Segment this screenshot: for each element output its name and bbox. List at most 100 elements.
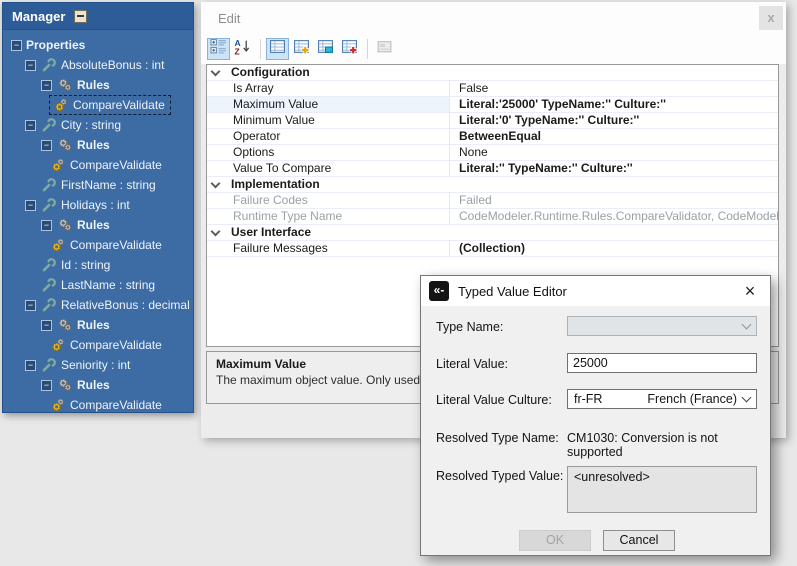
tree-item-holidays-int[interactable]: − Holidays : int xyxy=(3,195,193,215)
grid-row-failure-codes[interactable]: Failure Codes Failed xyxy=(207,193,778,209)
tree-item-comparevalidate[interactable]: CompareValidate xyxy=(3,155,193,175)
grid-row-value-to-compare[interactable]: Value To Compare Literal:'' TypeName:'' C… xyxy=(207,161,778,177)
row-gutter xyxy=(207,209,224,224)
literal-value-label: Literal Value: xyxy=(436,357,509,371)
dialog-titlebar[interactable]: «- Typed Value Editor × xyxy=(421,276,770,306)
type-name-combo xyxy=(567,316,757,336)
tree-item-seniority-int[interactable]: − Seniority : int xyxy=(3,355,193,375)
grid-category-configuration[interactable]: Configuration xyxy=(207,65,778,81)
tree-item-rules[interactable]: − Rules xyxy=(3,375,193,395)
tree-item-label: RelativeBonus : decimal xyxy=(61,298,190,312)
tree-item-comparevalidate[interactable]: CompareValidate xyxy=(3,95,193,115)
tree-item-label: CompareValidate xyxy=(70,398,162,412)
wrench-icon xyxy=(40,257,57,273)
collapse-panel-icon[interactable] xyxy=(74,9,88,23)
category-label: User Interface xyxy=(231,225,312,239)
tree-item-firstname-string[interactable]: FirstName : string xyxy=(3,175,193,195)
property-value[interactable]: (Collection) xyxy=(450,241,778,256)
tree-item-label: FirstName : string xyxy=(61,178,156,192)
literal-value-culture-label: Literal Value Culture: xyxy=(436,393,552,407)
collapse-expander-icon[interactable]: − xyxy=(41,379,52,391)
collapse-expander-icon[interactable]: − xyxy=(25,299,36,311)
chevron-down-icon[interactable] xyxy=(210,66,221,77)
copy-property-button[interactable] xyxy=(314,38,337,60)
grid-row-runtime-type-name[interactable]: Runtime Type Name CodeModeler.Runtime.Rul… xyxy=(207,209,778,225)
dialog-close-icon[interactable]: × xyxy=(738,281,762,302)
tree-panel-header[interactable]: Manager xyxy=(3,3,193,30)
row-gutter xyxy=(207,97,224,112)
new-property-button[interactable] xyxy=(290,38,313,60)
type-name-label: Type Name: xyxy=(436,320,504,334)
collapse-expander-icon[interactable]: − xyxy=(41,139,52,151)
collapse-expander-icon[interactable]: − xyxy=(41,79,52,91)
category-gutter xyxy=(207,177,224,192)
literal-value-culture-combo[interactable]: fr-FR French (France) xyxy=(567,389,757,409)
edit-close-button[interactable]: x xyxy=(759,6,783,30)
collapse-expander-icon[interactable]: − xyxy=(25,199,36,211)
collapse-expander-icon[interactable]: − xyxy=(41,219,52,231)
alphabetical-sort-button[interactable]: AZ xyxy=(231,38,254,60)
gears-gold-icon xyxy=(49,337,66,353)
show-properties-button[interactable] xyxy=(266,38,289,60)
property-label: Runtime Type Name xyxy=(224,209,450,224)
grid-row-failure-messages[interactable]: Failure Messages (Collection) xyxy=(207,241,778,257)
tree-item-rules[interactable]: − Rules xyxy=(3,315,193,335)
collapse-expander-icon[interactable]: − xyxy=(25,59,36,71)
tree-item-label: AbsoluteBonus : int xyxy=(61,58,165,72)
tree-item-rules[interactable]: − Rules xyxy=(3,215,193,235)
tree-item-comparevalidate[interactable]: CompareValidate xyxy=(3,235,193,255)
collapse-expander-icon[interactable]: − xyxy=(25,119,36,131)
grid-row-is-array[interactable]: Is Array False xyxy=(207,81,778,97)
grid-row-maximum-value[interactable]: Maximum Value Literal:'25000' TypeName:''… xyxy=(207,97,778,113)
row-gutter xyxy=(207,161,224,176)
grid-row-options[interactable]: Options None xyxy=(207,145,778,161)
grid-row-minimum-value[interactable]: Minimum Value Literal:'0' TypeName:'' Cul… xyxy=(207,113,778,129)
grid-category-implementation[interactable]: Implementation xyxy=(207,177,778,193)
cancel-button[interactable]: Cancel xyxy=(603,530,675,551)
dialog-app-icon: «- xyxy=(429,281,449,301)
collapse-expander-icon[interactable]: − xyxy=(25,359,36,371)
chevron-down-icon[interactable] xyxy=(210,178,221,189)
grid-row-operator[interactable]: Operator BetweenEqual xyxy=(207,129,778,145)
literal-value-input[interactable] xyxy=(567,353,757,373)
property-value[interactable]: Literal:'' TypeName:'' Culture:'' xyxy=(450,161,778,176)
wrench-icon xyxy=(40,297,57,313)
tree-item-label: CompareValidate xyxy=(70,338,162,352)
property-value[interactable]: False xyxy=(450,81,778,96)
categorized-view-button[interactable] xyxy=(207,38,230,60)
wrench-icon xyxy=(40,57,57,73)
tree-panel-title: Manager xyxy=(12,8,66,24)
property-label: Is Array xyxy=(224,81,450,96)
property-value[interactable]: Failed xyxy=(450,193,778,208)
chevron-down-icon[interactable] xyxy=(210,226,221,237)
property-value[interactable]: Literal:'25000' TypeName:'' Culture:'' xyxy=(450,97,778,112)
add-required-property-button[interactable] xyxy=(338,38,361,60)
property-value[interactable]: Literal:'0' TypeName:'' Culture:'' xyxy=(450,113,778,128)
property-value[interactable]: None xyxy=(450,145,778,160)
tree-item-id-string[interactable]: Id : string xyxy=(3,255,193,275)
wrench-icon xyxy=(40,357,57,373)
tree-item-label: CompareValidate xyxy=(73,98,165,112)
tree-item-city-string[interactable]: − City : string xyxy=(3,115,193,135)
tree-item-rules[interactable]: − Rules xyxy=(3,75,193,95)
collapse-expander-icon[interactable]: − xyxy=(41,319,52,331)
grid-category-user-interface[interactable]: User Interface xyxy=(207,225,778,241)
tree-item-rules[interactable]: − Rules xyxy=(3,135,193,155)
tree-item-comparevalidate[interactable]: CompareValidate xyxy=(3,395,193,415)
tree-item-properties[interactable]: − Properties xyxy=(3,35,193,55)
property-value[interactable]: CodeModeler.Runtime.Rules.CompareValidat… xyxy=(450,209,778,224)
tree-item-lastname-string[interactable]: LastName : string xyxy=(3,275,193,295)
property-label: Operator xyxy=(224,129,450,144)
property-tree: − Properties − AbsoluteBonus : int − Rules Com… xyxy=(3,30,193,415)
tree-item-relativebonus-decimal[interactable]: − RelativeBonus : decimal xyxy=(3,295,193,315)
resolved-type-name-label: Resolved Type Name: xyxy=(436,431,559,445)
edit-panel-title: Edit xyxy=(218,10,241,26)
tree-selection-focus: CompareValidate xyxy=(49,95,171,115)
tree-item-comparevalidate[interactable]: CompareValidate xyxy=(3,335,193,355)
tree-item-label: Id : string xyxy=(61,258,111,272)
chevron-down-icon xyxy=(741,319,752,330)
property-value[interactable]: BetweenEqual xyxy=(450,129,778,144)
dialog-title: Typed Value Editor xyxy=(458,283,567,299)
collapse-expander-icon[interactable]: − xyxy=(11,39,22,51)
tree-item-absolutebonus-int[interactable]: − AbsoluteBonus : int xyxy=(3,55,193,75)
